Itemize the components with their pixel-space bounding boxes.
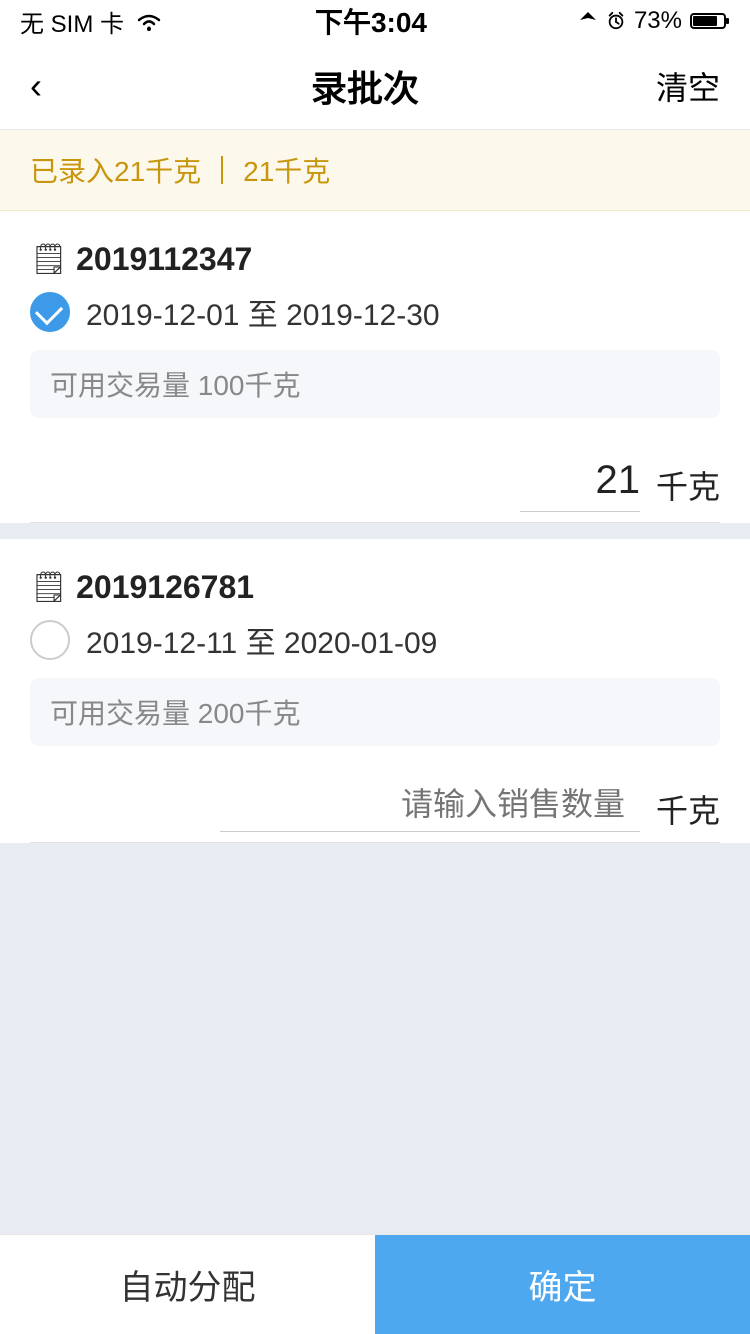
section-divider [0,523,750,539]
batch1-date-row[interactable]: 2019-12-01 至 2019-12-30 [30,290,720,334]
status-bar: 无 SIM 卡 下午3:04 73% [0,0,750,42]
nav-bar: ‹ 录批次 清空 [0,42,750,130]
status-time: 下午3:04 [315,1,427,41]
batch2-quantity-row: 千克 [30,766,720,832]
battery-icon [690,11,730,31]
batch2-available: 可用交易量 200千克 [30,678,720,746]
confirm-button[interactable]: 确定 [375,1235,750,1334]
batch1-icon: 🗒 [30,242,68,277]
batch2-quantity-input[interactable] [220,786,640,823]
status-right: 73% [578,7,730,35]
batch2-card: 🗒 2019126781 2019-12-11 至 2020-01-09 可用交… [0,539,750,843]
summary-bar: 已录入21千克 21千克 [0,130,750,211]
batch2-id-row: 🗒 2019126781 [30,569,720,606]
no-sim-text: 无 SIM 卡 [20,4,124,39]
summary-label: 已录入21千克 [30,150,201,190]
bottom-bar: 自动分配 确定 [0,1234,750,1334]
batch1-radio[interactable] [30,292,70,332]
battery-text: 73% [634,7,682,35]
batch1-id-row: 🗒 2019112347 [30,241,720,278]
auto-distribute-button[interactable]: 自动分配 [0,1235,375,1334]
page-title: 录批次 [311,60,419,112]
batch1-available: 可用交易量 100千克 [30,350,720,418]
batch2-icon: 🗒 [30,570,68,605]
batch2-unit: 千克 [656,786,720,832]
clear-button[interactable]: 清空 [640,63,720,109]
batch1-date: 2019-12-01 至 2019-12-30 [86,290,440,334]
batch1-card: 🗒 2019112347 2019-12-01 至 2019-12-30 可用交… [0,211,750,523]
batch1-quantity[interactable]: 21 [595,458,640,502]
summary-divider [221,156,223,184]
alarm-icon [606,10,626,32]
batch2-date-row[interactable]: 2019-12-11 至 2020-01-09 [30,618,720,662]
batch2-id: 2019126781 [76,569,254,606]
batch1-unit: 千克 [656,462,720,508]
location-icon [578,10,598,32]
batch1-id: 2019112347 [76,241,252,278]
wifi-icon [134,10,164,32]
batch1-quantity-row: 21 千克 [30,438,720,512]
batch2-radio[interactable] [30,620,70,660]
batch1-quantity-container: 21 [520,458,640,512]
batch2-date: 2019-12-11 至 2020-01-09 [86,618,437,662]
status-left: 无 SIM 卡 [20,4,164,39]
empty-area [0,843,750,1283]
summary-value: 21千克 [243,150,330,190]
back-button[interactable]: ‹ [30,65,90,107]
batch2-input-container[interactable] [220,786,640,832]
